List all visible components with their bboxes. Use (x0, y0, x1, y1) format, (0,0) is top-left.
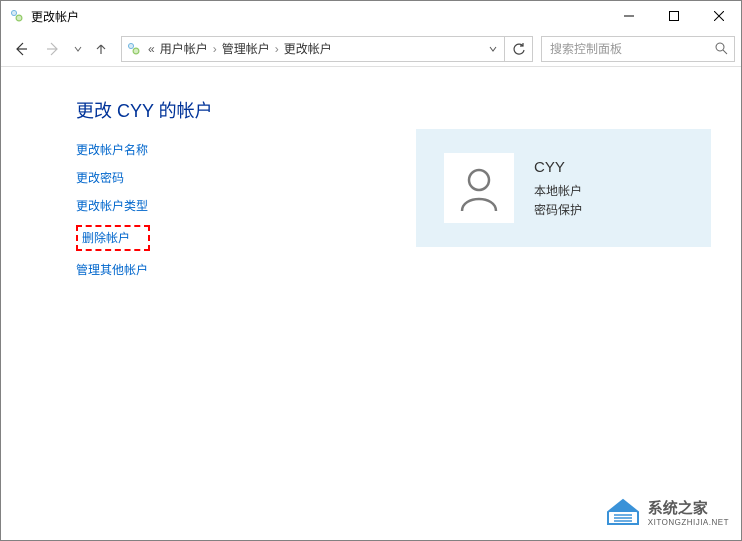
action-list: 更改帐户名称 更改密码 更改帐户类型 删除帐户 管理其他帐户 (76, 141, 416, 279)
titlebar: 更改帐户 (1, 1, 741, 31)
account-info: CYY 本地帐户 密码保护 (534, 156, 582, 220)
action-change-name[interactable]: 更改帐户名称 (76, 143, 148, 157)
recent-dropdown[interactable] (71, 45, 85, 53)
breadcrumb-item[interactable]: 管理帐户 (219, 40, 273, 57)
up-button[interactable] (89, 37, 113, 61)
account-name: CYY (534, 156, 582, 180)
minimize-button[interactable] (606, 1, 651, 31)
app-icon (9, 8, 25, 24)
search-placeholder: 搜索控制面板 (550, 40, 622, 57)
watermark-logo-icon (604, 496, 642, 528)
back-button[interactable] (7, 35, 35, 63)
address-bar[interactable]: « 用户帐户 › 管理帐户 › 更改帐户 (121, 36, 533, 62)
breadcrumb-item[interactable]: 更改帐户 (281, 40, 335, 57)
action-change-password[interactable]: 更改密码 (76, 171, 124, 185)
refresh-button[interactable] (504, 37, 532, 61)
maximize-button[interactable] (651, 1, 696, 31)
account-protection: 密码保护 (534, 201, 582, 220)
page-title: 更改 CYY 的帐户 (76, 97, 416, 123)
breadcrumb-item[interactable]: 用户帐户 (157, 40, 211, 57)
chevron-right-icon: › (211, 42, 219, 56)
close-button[interactable] (696, 1, 741, 31)
avatar (444, 153, 514, 223)
toolbar: « 用户帐户 › 管理帐户 › 更改帐户 搜索控制面板 (1, 31, 741, 67)
watermark: 系统之家 XITONGZHIJIA.NET (604, 496, 729, 528)
action-manage-others[interactable]: 管理其他帐户 (76, 263, 148, 277)
highlight-annotation: 删除帐户 (76, 225, 150, 251)
address-icon (126, 41, 142, 57)
action-delete-account[interactable]: 删除帐户 (82, 231, 130, 245)
address-dropdown[interactable] (482, 37, 504, 61)
search-icon (708, 42, 734, 55)
breadcrumb-prefix: « (148, 42, 155, 56)
account-type: 本地帐户 (534, 182, 582, 201)
account-card: CYY 本地帐户 密码保护 (416, 129, 711, 247)
watermark-title: 系统之家 (648, 497, 729, 518)
forward-button[interactable] (39, 35, 67, 63)
search-input[interactable]: 搜索控制面板 (541, 36, 735, 62)
chevron-right-icon: › (273, 42, 281, 56)
action-change-type[interactable]: 更改帐户类型 (76, 199, 148, 213)
window-title: 更改帐户 (31, 8, 606, 25)
watermark-url: XITONGZHIJIA.NET (648, 518, 729, 527)
